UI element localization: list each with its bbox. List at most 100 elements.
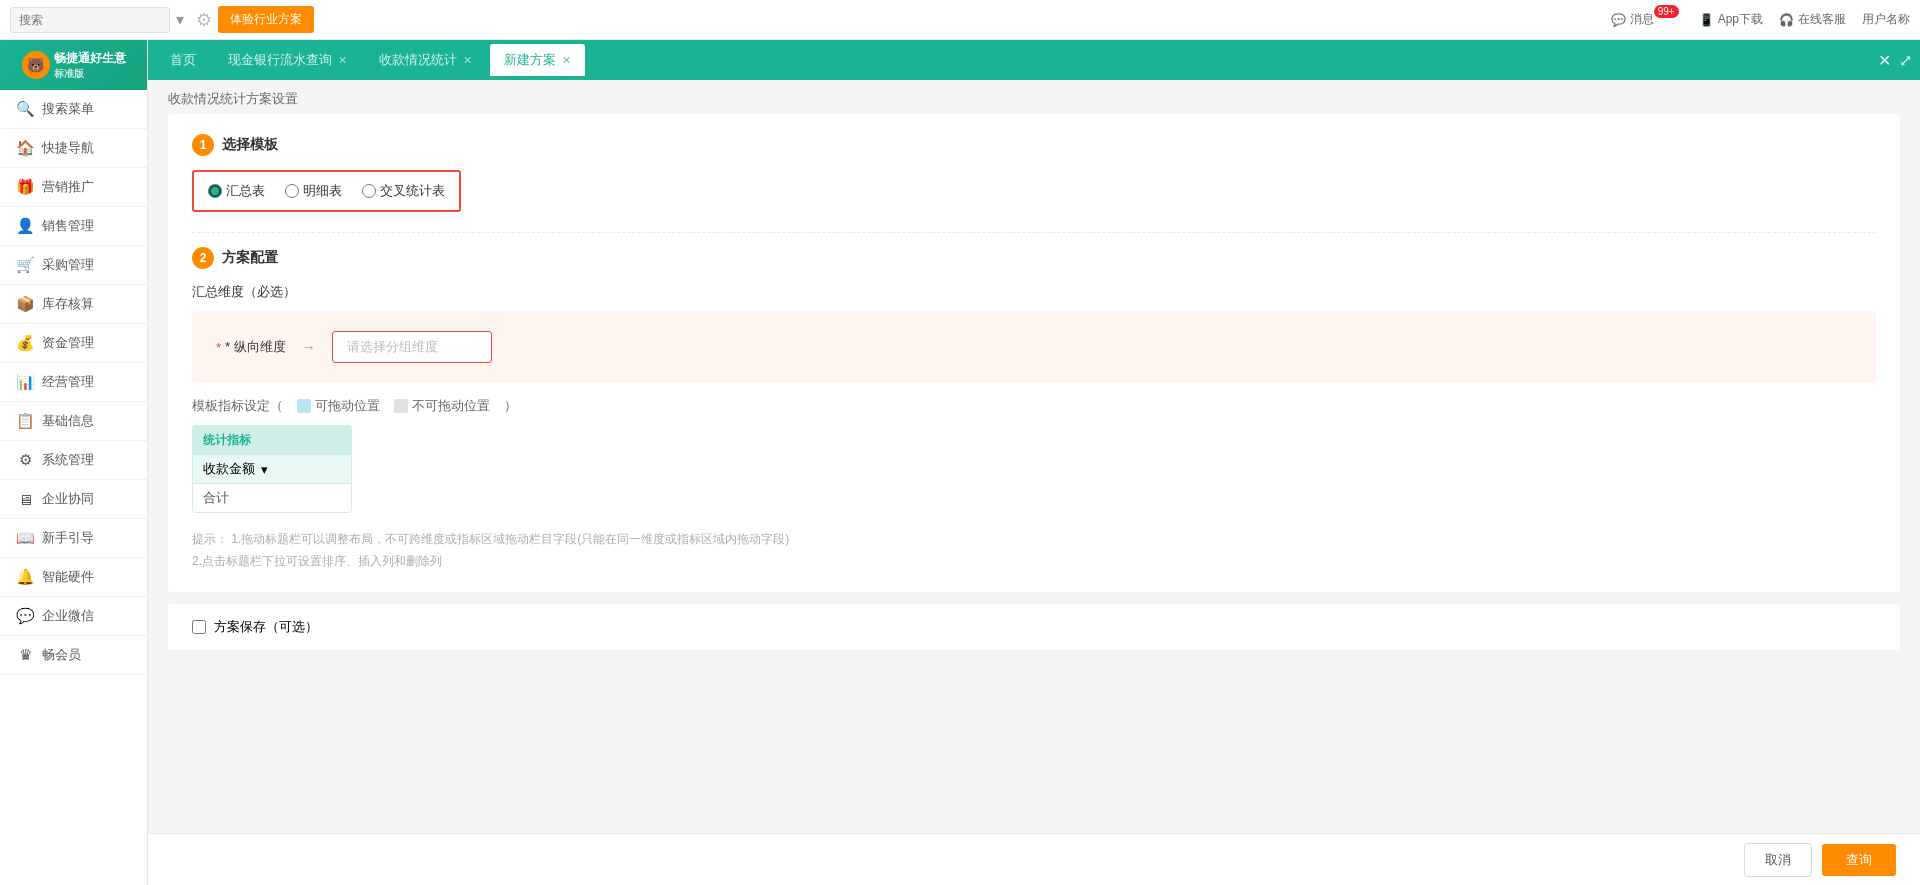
metrics-sub-row: 合计 (193, 483, 351, 512)
cancel-button[interactable]: 取消 (1744, 843, 1812, 877)
radio-cross[interactable]: 交叉统计表 (362, 182, 445, 200)
step1-header: 1 选择模板 (192, 134, 1876, 156)
window-expand-icon[interactable]: ⤢ (1899, 51, 1912, 70)
radio-detail[interactable]: 明细表 (285, 182, 342, 200)
service-group[interactable]: 🎧 在线客服 (1779, 11, 1846, 28)
tab-bank-flow-close[interactable]: ✕ (338, 54, 347, 67)
step1-title: 选择模板 (222, 136, 278, 154)
smart-hardware-icon: 🔔 (16, 568, 34, 586)
metrics-dropdown-arrow: ▾ (261, 462, 268, 477)
radio-detail-label: 明细表 (303, 182, 342, 200)
trial-btn[interactable]: 体验行业方案 (218, 6, 314, 33)
radio-summary-label: 汇总表 (226, 182, 265, 200)
tab-new-plan-close[interactable]: ✕ (562, 54, 571, 67)
step1-number: 1 (192, 134, 214, 156)
template-select-box: 汇总表 明细表 交叉统计表 (192, 170, 461, 212)
enterprise-collab-icon: 🖥 (16, 491, 34, 508)
sidebar-item-purchase[interactable]: 🛒 采购管理 (0, 246, 147, 285)
sidebar-item-label: 畅会员 (42, 646, 81, 664)
top-bar-right: 💬 消息 99+ 📱 App下载 🎧 在线客服 用户名称 (1611, 11, 1910, 28)
metrics-title-suffix: ） (504, 397, 517, 415)
purchase-icon: 🛒 (16, 256, 34, 274)
logo-icon: 🐻 (22, 51, 50, 79)
metrics-badge-fixed: 不可拖动位置 (394, 397, 490, 415)
tab-controls: ✕ ⤢ (1878, 51, 1912, 70)
step2-number: 2 (192, 247, 214, 269)
sidebar-item-smart-hardware[interactable]: 🔔 智能硬件 (0, 558, 147, 597)
sidebar-logo: 🐻 畅捷通好生意 标准版 (0, 40, 147, 90)
badge-draggable-label: 可拖动位置 (315, 397, 380, 415)
notification-group[interactable]: 💬 消息 99+ (1611, 11, 1683, 28)
badge-dot-blue (297, 399, 311, 413)
system-icon: ⚙ (16, 451, 34, 469)
service-icon: 🎧 (1779, 13, 1794, 27)
sidebar-item-operation[interactable]: 📊 经营管理 (0, 363, 147, 402)
window-close-icon[interactable]: ✕ (1878, 51, 1891, 70)
tab-collection-stats-close[interactable]: ✕ (463, 54, 472, 67)
metrics-tag[interactable]: 收款金额 ▾ (193, 455, 351, 483)
sidebar-item-new-guide[interactable]: 📖 新手引导 (0, 519, 147, 558)
sidebar-item-sales[interactable]: 👤 销售管理 (0, 207, 147, 246)
radio-cross-input[interactable] (362, 184, 376, 198)
tab-bank-flow[interactable]: 现金银行流水查询 ✕ (214, 44, 361, 76)
search-input[interactable] (10, 7, 170, 33)
form-card: 1 选择模板 汇总表 明细表 (168, 114, 1900, 592)
sidebar-item-system[interactable]: ⚙ 系统管理 (0, 441, 147, 480)
sidebar-item-vip[interactable]: ♛ 畅会员 (0, 636, 147, 675)
sidebar-item-label: 新手引导 (42, 529, 94, 547)
sidebar-item-label: 营销推广 (42, 178, 94, 196)
query-button[interactable]: 查询 (1822, 844, 1896, 876)
radio-summary[interactable]: 汇总表 (208, 182, 265, 200)
notification-badge: 99+ (1654, 5, 1679, 18)
dimension-row-label: * * 纵向维度 (216, 338, 286, 356)
save-checkbox[interactable] (192, 620, 206, 634)
marketing-icon: 🎁 (16, 178, 34, 196)
metrics-tag-label: 收款金额 (203, 460, 255, 478)
radio-summary-input[interactable] (208, 184, 222, 198)
download-label: App下载 (1718, 11, 1763, 28)
bottom-bar: 取消 查询 (148, 833, 1920, 885)
tip-text-1: 提示： 1.拖动标题栏可以调整布局，不可跨维度或指标区域拖动栏目字段(只能在同一… (192, 529, 789, 551)
tab-bank-flow-label: 现金银行流水查询 (228, 51, 332, 69)
step1-section: 1 选择模板 汇总表 明细表 (192, 134, 1876, 212)
sidebar-item-label: 经营管理 (42, 373, 94, 391)
tips-section: 提示： 1.拖动标题栏可以调整布局，不可跨维度或指标区域拖动栏目字段(只能在同一… (192, 529, 1876, 572)
basic-info-icon: 📋 (16, 412, 34, 430)
sidebar-item-label: 销售管理 (42, 217, 94, 235)
radio-detail-input[interactable] (285, 184, 299, 198)
sidebar-item-quick-nav[interactable]: 🏠 快捷导航 (0, 129, 147, 168)
search-menu-icon: 🔍 (16, 100, 34, 118)
sidebar-item-enterprise-collab[interactable]: 🖥 企业协同 (0, 480, 147, 519)
step2-title: 方案配置 (222, 249, 278, 267)
sidebar-item-label: 库存核算 (42, 295, 94, 313)
user-name[interactable]: 用户名称 (1862, 11, 1910, 28)
badge-dot-gray (394, 399, 408, 413)
download-group[interactable]: 📱 App下载 (1699, 11, 1763, 28)
metrics-table-header: 统计指标 (193, 426, 351, 455)
inventory-icon: 📦 (16, 295, 34, 313)
sidebar-item-inventory[interactable]: 📦 库存核算 (0, 285, 147, 324)
sidebar-item-label: 资金管理 (42, 334, 94, 352)
sales-icon: 👤 (16, 217, 34, 235)
step2-header: 2 方案配置 (192, 247, 1876, 269)
tab-bar: 首页 现金银行流水查询 ✕ 收款情况统计 ✕ 新建方案 ✕ ✕ ⤢ (148, 40, 1920, 80)
sidebar: 🐻 畅捷通好生意 标准版 🔍 搜索菜单 🏠 快捷导航 🎁 营销推广 👤 销售管理… (0, 40, 148, 885)
tab-new-plan[interactable]: 新建方案 ✕ (490, 44, 585, 76)
metrics-section: 模板指标设定（ 可拖动位置 不可拖动位置 ） (192, 397, 1876, 513)
dimension-placeholder: 请选择分组维度 (347, 339, 438, 354)
sidebar-item-finance[interactable]: 💰 资金管理 (0, 324, 147, 363)
save-label[interactable]: 方案保存（可选） (214, 618, 318, 636)
metrics-label: 统计指标 (203, 432, 251, 449)
sidebar-item-label: 基础信息 (42, 412, 94, 430)
sidebar-item-enterprise-wechat[interactable]: 💬 企业微信 (0, 597, 147, 636)
sidebar-item-basic-info[interactable]: 📋 基础信息 (0, 402, 147, 441)
required-star: * (216, 340, 221, 355)
sidebar-item-marketing[interactable]: 🎁 营销推广 (0, 168, 147, 207)
tab-collection-stats[interactable]: 收款情况统计 ✕ (365, 44, 486, 76)
metrics-sub-label: 合计 (203, 490, 229, 505)
dimension-input[interactable]: 请选择分组维度 (332, 331, 492, 363)
sidebar-item-search-menu[interactable]: 🔍 搜索菜单 (0, 90, 147, 129)
dropdown-icon[interactable]: ▾ (176, 10, 184, 29)
tab-home[interactable]: 首页 (156, 44, 210, 76)
settings-icon[interactable]: ⚙ (196, 9, 212, 31)
